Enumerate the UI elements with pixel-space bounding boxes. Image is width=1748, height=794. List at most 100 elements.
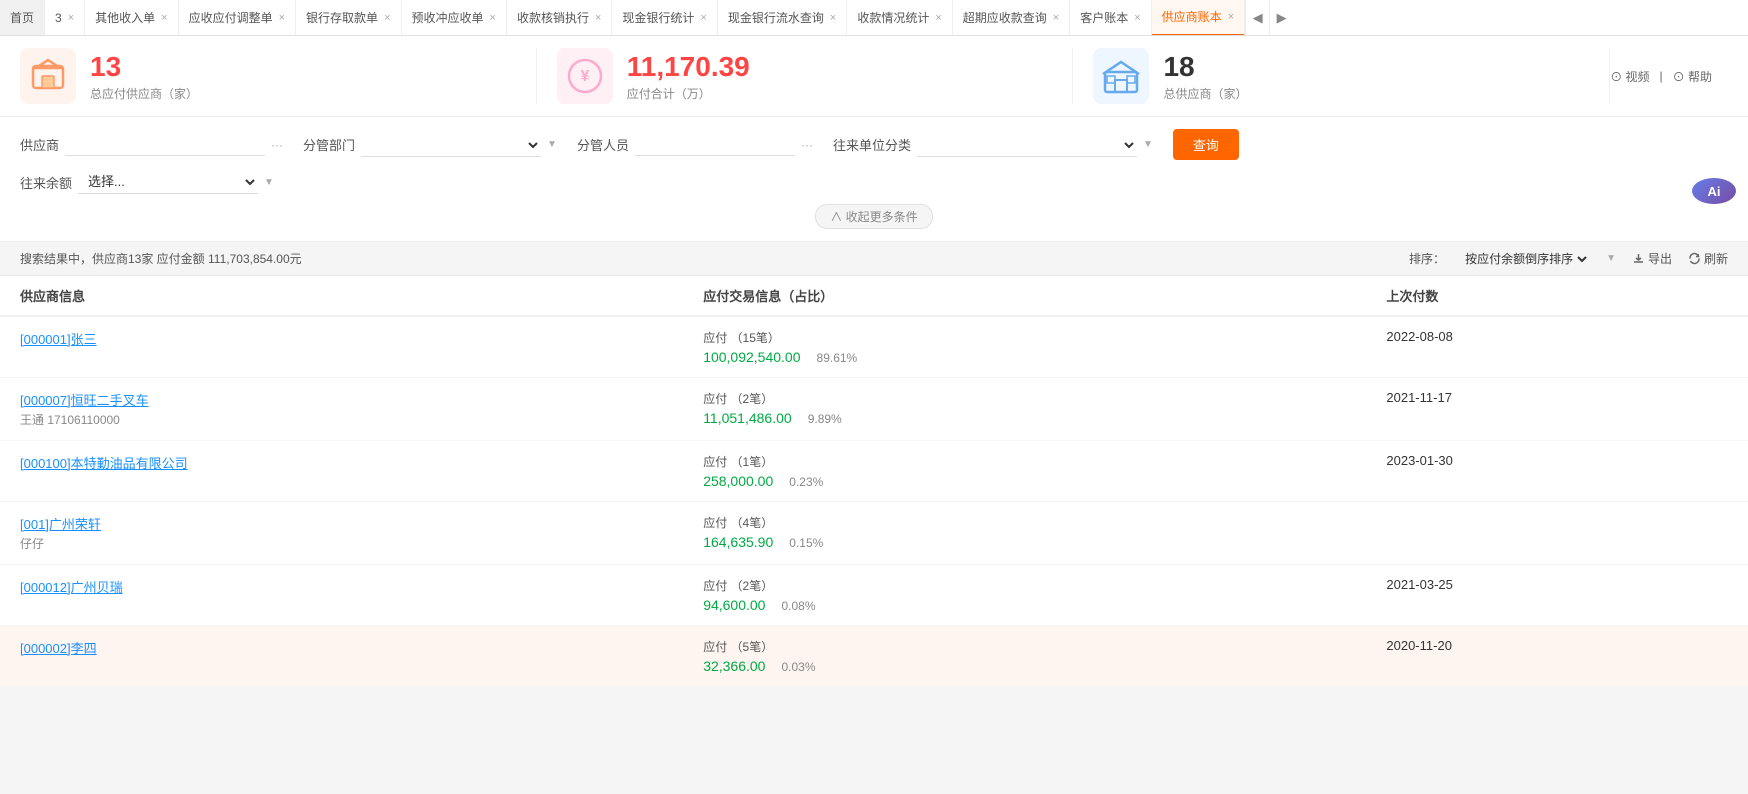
export-button[interactable]: 导出 xyxy=(1632,250,1672,267)
nav-item-overdue[interactable]: 超期应收款查询 × xyxy=(953,0,1070,36)
tx-amount-0[interactable]: 100,092,540.00 xyxy=(703,349,800,365)
query-button[interactable]: 查询 xyxy=(1173,129,1239,160)
nav-item-cash-flow[interactable]: 现金银行流水查询 × xyxy=(718,0,847,36)
export-icon xyxy=(1632,252,1645,265)
supplier-link-5[interactable]: [000002]李四 xyxy=(20,641,97,656)
stat-card-all-suppliers: 18 总供应商（家） xyxy=(1073,48,1610,104)
close-icon[interactable]: × xyxy=(279,12,285,24)
supplier-link-2[interactable]: [000100]本特勤油品有限公司 xyxy=(20,456,188,471)
tx-amount-4[interactable]: 94,600.00 xyxy=(703,597,765,613)
stat-content-payable: 13 总应付供应商（家） xyxy=(90,50,198,103)
table-row: [000001]张三 应付 （15笔） 100,092,540.00 89.61… xyxy=(0,317,1748,378)
balance-select[interactable]: 选择... xyxy=(78,170,258,194)
nav-item-bank-deposit[interactable]: 银行存取款单 × xyxy=(296,0,401,36)
nav-item-cash-stat[interactable]: 现金银行统计 × xyxy=(612,0,717,36)
table-area: 供应商信息 应付交易信息（占比） 上次付数 [000001]张三 应付 （15笔… xyxy=(0,276,1748,687)
tx-amount-3[interactable]: 164,635.90 xyxy=(703,534,773,550)
stat-card-payable-suppliers: 13 总应付供应商（家） xyxy=(20,48,537,104)
person-dots[interactable]: ··· xyxy=(801,138,813,152)
close-icon[interactable]: × xyxy=(68,12,74,24)
nav-item-3[interactable]: 3 × xyxy=(45,0,85,36)
close-icon[interactable]: × xyxy=(830,12,836,24)
nav-item-collection-stat[interactable]: 收款情况统计 × xyxy=(847,0,952,36)
nav-label: 超期应收款查询 xyxy=(963,9,1047,26)
collapse-button[interactable]: ∧ 收起更多条件 xyxy=(815,204,932,229)
dept-filter-label: 分管部门 xyxy=(303,135,355,154)
last-pay-date-1: 2021-11-17 xyxy=(1386,390,1452,405)
col-header-lastpay: 上次付数 xyxy=(1386,286,1728,305)
nav-label: 预收冲应收单 xyxy=(412,9,484,26)
tx-amount-2[interactable]: 258,000.00 xyxy=(703,473,773,489)
person-input[interactable] xyxy=(635,134,795,156)
stats-row: 13 总应付供应商（家） ¥ 11,170.39 应付合计（万） xyxy=(0,36,1748,117)
person-filter-label: 分管人员 xyxy=(577,135,629,154)
nav-item-supplier-account[interactable]: 供应商账本 × xyxy=(1152,0,1245,36)
close-icon[interactable]: × xyxy=(595,12,601,24)
category-dropdown-arrow: ▼ xyxy=(1143,139,1153,150)
stat-label-payable: 总应付供应商（家） xyxy=(90,85,198,102)
close-icon[interactable]: × xyxy=(1053,12,1059,24)
supplier-link-1[interactable]: [000007]恒旺二手叉车 xyxy=(20,393,149,408)
tx-row-5: 32,366.00 0.03% xyxy=(703,658,1386,674)
category-select[interactable] xyxy=(917,133,1137,157)
tx-row-4: 94,600.00 0.08% xyxy=(703,597,1386,613)
close-icon[interactable]: × xyxy=(161,12,167,24)
supplier-info-5: [000002]李四 xyxy=(20,638,703,657)
tx-label-0: 应付 （15笔） xyxy=(703,329,1386,346)
close-icon[interactable]: × xyxy=(1228,11,1234,23)
nav-left-arrow[interactable]: ◀ xyxy=(1245,0,1269,36)
last-pay-1: 2021-11-17 xyxy=(1386,390,1728,405)
close-icon[interactable]: × xyxy=(490,12,496,24)
tx-label-2: 应付 （1笔） xyxy=(703,453,1386,470)
help-link[interactable]: ⊙ 帮助 xyxy=(1673,68,1712,85)
tx-percent-3: 0.15% xyxy=(789,536,823,550)
stat-number-total: 11,170.39 xyxy=(627,50,750,84)
nav-item-home[interactable]: 首页 xyxy=(0,0,45,36)
video-link[interactable]: ⊙ 视频 xyxy=(1610,68,1649,85)
filter-supplier: 供应商 ··· xyxy=(20,134,283,156)
nav-label: 3 xyxy=(55,11,62,25)
sort-select[interactable]: 按应付余额倒序排序 xyxy=(1461,251,1590,267)
nav-label: 收款核销执行 xyxy=(517,9,589,26)
ai-badge[interactable]: Ai xyxy=(1692,178,1736,204)
close-icon[interactable]: × xyxy=(700,12,706,24)
supplier-input[interactable] xyxy=(65,134,265,156)
close-icon[interactable]: × xyxy=(1134,12,1140,24)
supplier-link-3[interactable]: [001]广州荣轩 xyxy=(20,517,101,532)
close-icon[interactable]: × xyxy=(384,12,390,24)
tx-percent-1: 9.89% xyxy=(808,412,842,426)
tx-info-4: 应付 （2笔） 94,600.00 0.08% xyxy=(703,577,1386,613)
stat-label-total: 应付合计（万） xyxy=(627,85,750,102)
nav-item-customer-account[interactable]: 客户账本 × xyxy=(1070,0,1151,36)
tx-row-1: 11,051,486.00 9.89% xyxy=(703,410,1386,426)
tx-info-5: 应付 （5笔） 32,366.00 0.03% xyxy=(703,638,1386,674)
result-bar-right: 排序： 按应付余额倒序排序 ▼ 导出 刷新 xyxy=(1409,250,1728,267)
nav-label: 供应商账本 xyxy=(1162,8,1222,25)
nav-item-other-income[interactable]: 其他收入单 × xyxy=(85,0,178,36)
store-icon xyxy=(1093,48,1149,104)
supplier-sub-3: 仔仔 xyxy=(20,535,703,552)
tx-amount-1[interactable]: 11,051,486.00 xyxy=(703,410,792,426)
last-pay-2: 2023-01-30 xyxy=(1386,453,1728,468)
tx-info-0: 应付 （15笔） 100,092,540.00 89.61% xyxy=(703,329,1386,365)
last-pay-0: 2022-08-08 xyxy=(1386,329,1728,344)
refresh-button[interactable]: 刷新 xyxy=(1688,250,1728,267)
close-icon[interactable]: × xyxy=(935,12,941,24)
last-pay-4: 2021-03-25 xyxy=(1386,577,1728,592)
supplier-link-4[interactable]: [000012]广州贝瑞 xyxy=(20,580,123,595)
supplier-link-0[interactable]: [000001]张三 xyxy=(20,332,97,347)
supplier-dots[interactable]: ··· xyxy=(271,138,283,152)
nav-item-collection[interactable]: 收款核销执行 × xyxy=(507,0,612,36)
tx-amount-5[interactable]: 32,366.00 xyxy=(703,658,765,674)
stat-content-all: 18 总供应商（家） xyxy=(1163,50,1247,103)
nav-right-arrow[interactable]: ▶ xyxy=(1269,0,1293,36)
nav-item-adjustment[interactable]: 应收应付调整单 × xyxy=(179,0,296,36)
table-header: 供应商信息 应付交易信息（占比） 上次付数 xyxy=(0,276,1748,317)
table-row: [000100]本特勤油品有限公司 应付 （1笔） 258,000.00 0.2… xyxy=(0,441,1748,502)
tx-label-3: 应付 （4笔） xyxy=(703,514,1386,531)
dept-select[interactable] xyxy=(361,133,541,157)
tx-info-1: 应付 （2笔） 11,051,486.00 9.89% xyxy=(703,390,1386,426)
nav-item-prepay[interactable]: 预收冲应收单 × xyxy=(402,0,507,36)
filter-category: 往来单位分类 ▼ xyxy=(833,133,1153,157)
supplier-icon xyxy=(20,48,76,104)
